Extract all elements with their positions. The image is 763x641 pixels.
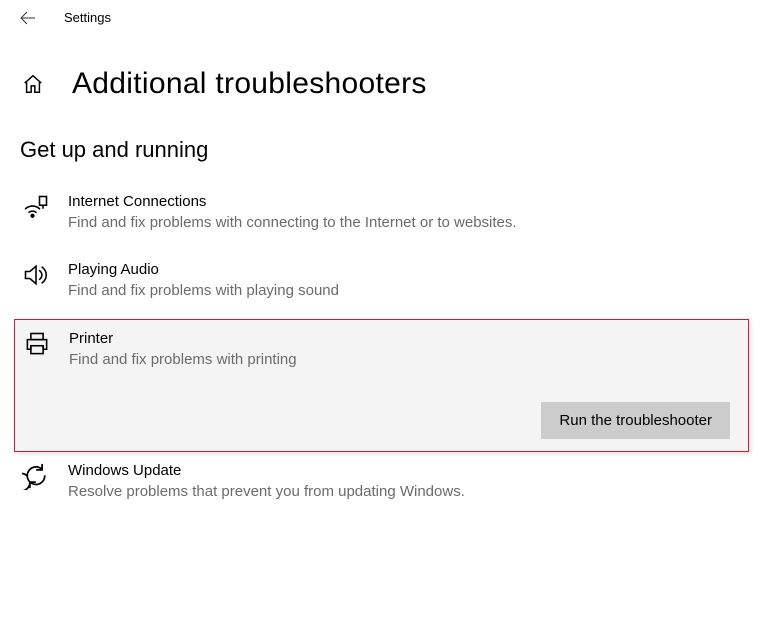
app-title: Settings: [64, 10, 111, 25]
item-title: Internet Connections: [68, 193, 741, 210]
speaker-icon: [22, 261, 50, 289]
item-text: Internet Connections Find and fix proble…: [68, 193, 741, 233]
troubleshooter-windows-update[interactable]: Windows Update Resolve problems that pre…: [14, 452, 749, 520]
page-title: Additional troubleshooters: [72, 67, 427, 101]
item-desc: Find and fix problems with playing sound: [68, 280, 538, 301]
item-desc: Resolve problems that prevent you from u…: [68, 481, 538, 502]
item-text: Playing Audio Find and fix problems with…: [68, 261, 741, 301]
troubleshooter-playing-audio[interactable]: Playing Audio Find and fix problems with…: [14, 251, 749, 319]
printer-icon: [23, 330, 51, 358]
home-icon[interactable]: [22, 73, 44, 95]
troubleshooter-internet-connections[interactable]: Internet Connections Find and fix proble…: [14, 183, 749, 251]
back-icon[interactable]: [20, 11, 36, 25]
update-icon: [22, 462, 50, 490]
item-desc: Find and fix problems with printing: [69, 349, 539, 370]
item-text: Printer Find and fix problems with print…: [69, 330, 740, 370]
title-bar: Settings: [0, 0, 763, 35]
page-header: Additional troubleshooters: [0, 35, 763, 125]
troubleshooter-list: Internet Connections Find and fix proble…: [0, 183, 763, 520]
item-title: Windows Update: [68, 462, 741, 479]
troubleshooter-printer[interactable]: Printer Find and fix problems with print…: [14, 319, 749, 452]
section-title: Get up and running: [0, 125, 763, 183]
item-title: Printer: [69, 330, 740, 347]
run-troubleshooter-button[interactable]: Run the troubleshooter: [541, 402, 730, 439]
item-text: Windows Update Resolve problems that pre…: [68, 462, 741, 502]
network-icon: [22, 193, 50, 221]
item-title: Playing Audio: [68, 261, 741, 278]
item-desc: Find and fix problems with connecting to…: [68, 212, 538, 233]
